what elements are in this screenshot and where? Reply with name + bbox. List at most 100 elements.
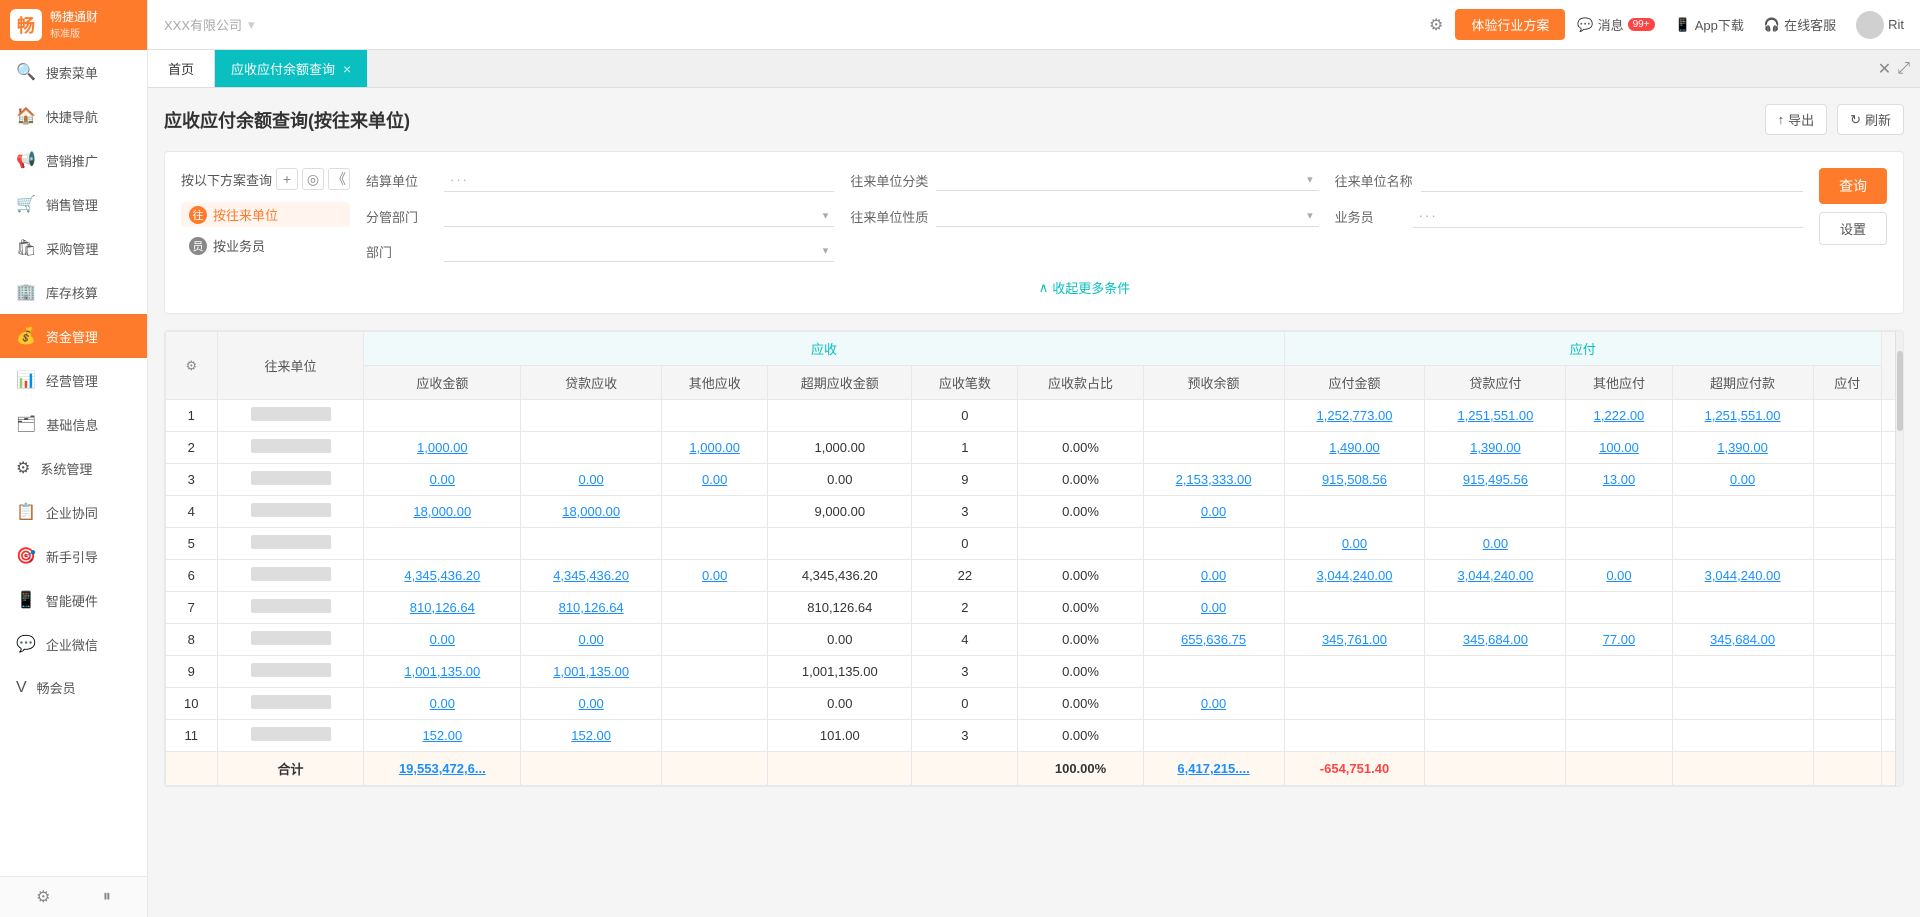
row-overdue-payable[interactable]: 345,684.00 — [1672, 624, 1813, 656]
app-download-button[interactable]: 📱 App下载 — [1675, 15, 1744, 34]
tab-receivable[interactable]: 应收应付余额查询 × — [215, 50, 367, 87]
row-loan-receivable[interactable]: 4,345,436.20 — [521, 560, 662, 592]
sidebar-item-smart-hw[interactable]: 📱 智能硬件 — [0, 578, 147, 622]
page-content-area: 应收应付余额查询(按往来单位) ↑ 导出 ↻ 刷新 按以下方案查询 + — [148, 88, 1920, 917]
row-loan-payable[interactable]: 0.00 — [1425, 528, 1566, 560]
online-service-button[interactable]: 🎧 在线客服 — [1764, 15, 1836, 34]
sidebar-item-search-menu[interactable]: 🔍 搜索菜单 — [0, 50, 147, 94]
row-loan-payable[interactable]: 1,251,551.00 — [1425, 400, 1566, 432]
collapse-label: 收起更多条件 — [1052, 278, 1130, 297]
row-other-payable[interactable]: 1,222.00 — [1566, 400, 1672, 432]
row-loan-receivable[interactable]: 18,000.00 — [521, 496, 662, 528]
row-no: 3 — [166, 464, 218, 496]
row-receivable-amount[interactable]: 1,001,135.00 — [364, 656, 521, 688]
row-receivable-amount[interactable]: 1,000.00 — [364, 432, 521, 464]
user-avatar[interactable]: Rit — [1856, 11, 1904, 39]
tab-maximize-icon[interactable]: ⤢ — [1897, 60, 1910, 78]
refresh-button[interactable]: ↻ 刷新 — [1837, 104, 1904, 135]
row-payable-amount[interactable]: 3,044,240.00 — [1284, 560, 1425, 592]
row-loan-payable[interactable]: 915,495.56 — [1425, 464, 1566, 496]
row-other-payable[interactable]: 100.00 — [1566, 432, 1672, 464]
sidebar-item-membership[interactable]: V 畅会员 — [0, 666, 147, 709]
tab-close-icon[interactable]: × — [343, 61, 351, 77]
sidebar-item-corp-collab[interactable]: 📋 企业协同 — [0, 490, 147, 534]
row-receivable-amount[interactable]: 0.00 — [364, 464, 521, 496]
row-loan-payable[interactable]: 345,684.00 — [1425, 624, 1566, 656]
sidebar-item-operations[interactable]: 📊 经营管理 — [0, 358, 147, 402]
row-other-payable[interactable]: 0.00 — [1566, 560, 1672, 592]
row-payable-amount[interactable]: 0.00 — [1284, 528, 1425, 560]
row-payable-amount[interactable]: 1,490.00 — [1284, 432, 1425, 464]
row-prepaid-balance[interactable]: 0.00 — [1143, 560, 1284, 592]
department-input[interactable]: ▾ — [444, 240, 834, 262]
row-other-receivable[interactable]: 0.00 — [662, 464, 768, 496]
unit-nature-input[interactable]: ▾ — [936, 205, 1318, 227]
setting-button[interactable]: 设置 — [1819, 212, 1887, 245]
sidebar-item-sales[interactable]: 🛒 销售管理 — [0, 182, 147, 226]
row-payable-amount[interactable]: 915,508.56 — [1284, 464, 1425, 496]
row-receivable-amount[interactable]: 152.00 — [364, 720, 521, 752]
sidebar-item-finance[interactable]: 💰 资金管理 — [0, 314, 147, 358]
sidebar-item-quick-nav[interactable]: 🏠 快捷导航 — [0, 94, 147, 138]
sidebar-item-basic-info[interactable]: 🗂 基础信息 — [0, 402, 147, 446]
row-loan-receivable[interactable]: 0.00 — [521, 688, 662, 720]
scheme-by-staff[interactable]: 员 按业务员 — [181, 233, 350, 258]
unit-name-input[interactable] — [1421, 168, 1803, 192]
sidebar-item-guide[interactable]: 🎯 新手引导 — [0, 534, 147, 578]
dept-input[interactable]: ▾ — [444, 205, 834, 227]
tab-close-window-icon[interactable]: ✕ — [1878, 59, 1891, 79]
row-receivable-amount[interactable]: 0.00 — [364, 688, 521, 720]
row-receivable-amount[interactable]: 810,126.64 — [364, 592, 521, 624]
salesperson-input[interactable]: ··· — [1413, 204, 1803, 228]
sidebar-item-system[interactable]: ⚙ 系统管理 — [0, 446, 147, 490]
row-payable-amount[interactable]: 345,761.00 — [1284, 624, 1425, 656]
sidebar-item-corp-wechat[interactable]: 💬 企业微信 — [0, 622, 147, 666]
topbar-settings-icon[interactable]: ⚙ — [1429, 15, 1443, 35]
settlement-unit-input[interactable]: ··· — [444, 168, 834, 192]
row-loan-receivable[interactable]: 1,001,135.00 — [521, 656, 662, 688]
row-receivable-amount[interactable]: 18,000.00 — [364, 496, 521, 528]
row-other-receivable[interactable]: 0.00 — [662, 560, 768, 592]
row-overdue-payable[interactable]: 1,251,551.00 — [1672, 400, 1813, 432]
row-receivable-ratio — [1018, 400, 1143, 432]
sidebar-item-purchase[interactable]: 🛍 采购管理 — [0, 226, 147, 270]
row-prepaid-balance[interactable]: 2,153,333.00 — [1143, 464, 1284, 496]
row-overdue-payable[interactable]: 0.00 — [1672, 464, 1813, 496]
row-loan-payable[interactable]: 1,390.00 — [1425, 432, 1566, 464]
table-settings-icon[interactable]: ⚙ — [185, 358, 197, 373]
sidebar-item-marketing[interactable]: 📢 营销推广 — [0, 138, 147, 182]
message-button[interactable]: 💬 消息 99+ — [1577, 15, 1654, 34]
export-button[interactable]: ↑ 导出 — [1765, 104, 1828, 135]
promo-button[interactable]: 体验行业方案 — [1455, 9, 1565, 40]
row-payable-amount[interactable]: 1,252,773.00 — [1284, 400, 1425, 432]
filter-add-button[interactable]: + — [276, 168, 298, 190]
row-prepaid-balance[interactable]: 0.00 — [1143, 592, 1284, 624]
row-prepaid-balance[interactable]: 0.00 — [1143, 688, 1284, 720]
row-loan-receivable[interactable]: 152.00 — [521, 720, 662, 752]
row-loan-receivable[interactable]: 0.00 — [521, 624, 662, 656]
row-other-receivable[interactable]: 1,000.00 — [662, 432, 768, 464]
query-button[interactable]: 查询 — [1819, 168, 1887, 204]
row-loan-receivable[interactable]: 810,126.64 — [521, 592, 662, 624]
collapse-more-button[interactable]: ∧ 收起更多条件 — [1039, 278, 1131, 297]
row-payable-suffix — [1813, 400, 1881, 432]
scheme-by-unit[interactable]: 往 按往来单位 — [181, 202, 350, 227]
filter-settings-button[interactable]: ◎ — [302, 168, 324, 190]
sidebar-settings-button[interactable]: ⚙ — [36, 887, 50, 907]
row-other-payable[interactable]: 13.00 — [1566, 464, 1672, 496]
table-scrollbar[interactable] — [1895, 331, 1903, 786]
row-prepaid-balance[interactable]: 0.00 — [1143, 496, 1284, 528]
row-overdue-payable[interactable]: 1,390.00 — [1672, 432, 1813, 464]
row-loan-payable[interactable]: 3,044,240.00 — [1425, 560, 1566, 592]
row-other-payable[interactable]: 77.00 — [1566, 624, 1672, 656]
row-receivable-amount[interactable]: 0.00 — [364, 624, 521, 656]
row-loan-receivable[interactable]: 0.00 — [521, 464, 662, 496]
unit-category-input[interactable]: ▾ — [936, 169, 1318, 191]
filter-collapse-button[interactable]: 《 — [328, 168, 350, 190]
tab-home[interactable]: 首页 — [148, 50, 215, 87]
sidebar-collapse-button[interactable]: ⏸ — [103, 888, 111, 906]
row-prepaid-balance[interactable]: 655,636.75 — [1143, 624, 1284, 656]
row-receivable-amount[interactable]: 4,345,436.20 — [364, 560, 521, 592]
sidebar-item-inventory[interactable]: 🏢 库存核算 — [0, 270, 147, 314]
row-overdue-payable[interactable]: 3,044,240.00 — [1672, 560, 1813, 592]
